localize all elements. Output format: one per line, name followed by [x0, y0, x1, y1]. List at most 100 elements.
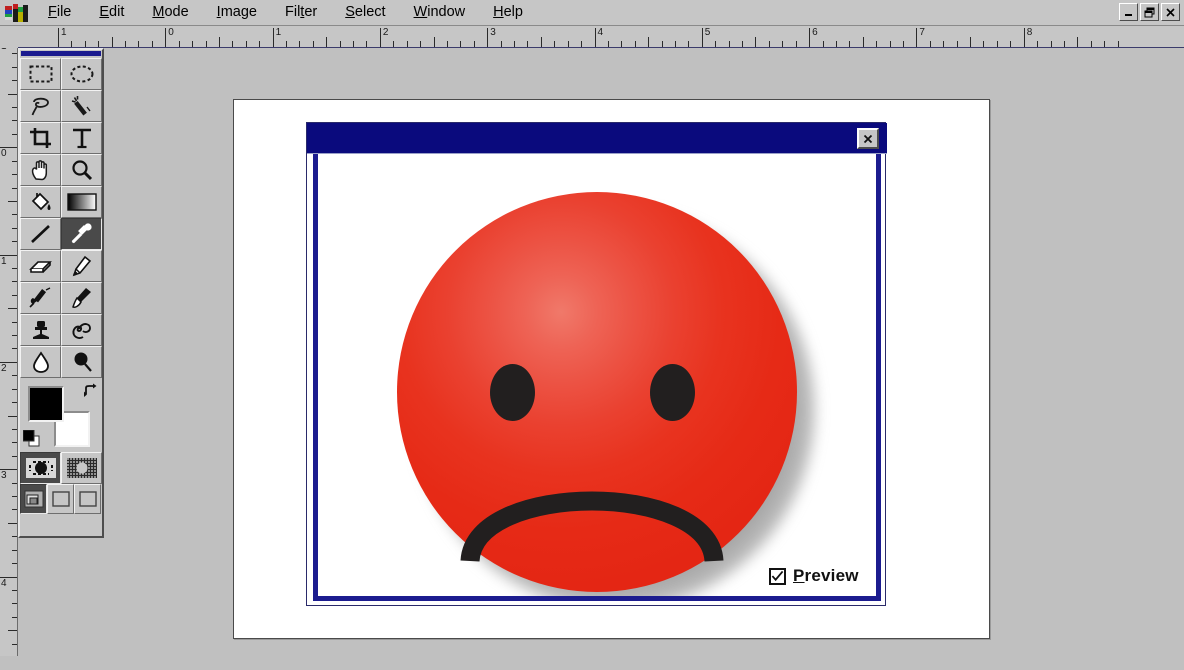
- menu-window[interactable]: Window: [401, 2, 479, 23]
- gradient-tool[interactable]: [61, 186, 102, 218]
- ruler-tick-minor: [862, 37, 864, 47]
- lasso-tool[interactable]: [20, 90, 61, 122]
- menu-image[interactable]: Image: [204, 2, 270, 23]
- dodge-burn-tool[interactable]: [61, 346, 102, 378]
- ruler-tick-minor: [607, 41, 609, 47]
- menu-mode[interactable]: Mode: [139, 2, 201, 23]
- pencil-tool[interactable]: [61, 250, 102, 282]
- ruler-tick-minor: [8, 200, 17, 202]
- ruler-tick-minor: [996, 41, 998, 47]
- eraser-tool[interactable]: [20, 250, 61, 282]
- preview-checkbox[interactable]: [769, 567, 786, 585]
- minimize-button[interactable]: [1119, 3, 1138, 21]
- menu-select[interactable]: Select: [332, 2, 398, 23]
- ruler-tick-minor: [648, 37, 650, 47]
- ruler-tick-minor: [326, 37, 328, 47]
- ruler-tick-minor: [178, 41, 180, 47]
- standard-screen-mode-button[interactable]: [20, 484, 47, 514]
- ruler-label: 0: [168, 27, 174, 38]
- photoshop-app-icon[interactable]: [3, 2, 33, 24]
- close-button[interactable]: [1161, 3, 1180, 21]
- ruler-tick-minor: [406, 41, 408, 47]
- toolbox-title-bar[interactable]: [21, 51, 101, 56]
- preview-checkbox-row[interactable]: Preview: [769, 566, 859, 586]
- ruler-tick-minor: [12, 80, 17, 82]
- zoom-tool[interactable]: [61, 154, 102, 186]
- default-colors-icon[interactable]: [22, 429, 40, 447]
- filter-preview-area[interactable]: Preview: [323, 154, 881, 596]
- ruler-tick-minor: [12, 603, 17, 605]
- magic-wand-tool[interactable]: [61, 90, 102, 122]
- ruler-label: 1: [61, 27, 67, 38]
- dialog-title-bar[interactable]: [307, 123, 887, 154]
- toolbox-tool-grid: [20, 58, 102, 378]
- full-screen-mode-button[interactable]: [74, 484, 101, 514]
- ruler-tick-minor: [12, 160, 17, 162]
- swap-colors-icon[interactable]: [83, 382, 99, 398]
- blur-tool[interactable]: [20, 346, 61, 378]
- hand-tool[interactable]: [20, 154, 61, 186]
- face-circle: [397, 192, 797, 592]
- ruler-tick-minor: [755, 37, 757, 47]
- sad-face-illustration: [397, 192, 815, 596]
- ruler-tick-minor: [12, 643, 17, 645]
- paint-bucket-tool[interactable]: [20, 186, 61, 218]
- line-tool[interactable]: [20, 218, 61, 250]
- full-screen-with-menu-button[interactable]: [47, 484, 74, 514]
- ruler-tick-minor: [12, 241, 17, 243]
- ruler-tick-major: [1023, 28, 1025, 47]
- smudge-tool[interactable]: [61, 314, 102, 346]
- menu-bar: File Edit Mode Image Filter Select Windo…: [0, 0, 1184, 26]
- ruler-tick-minor: [849, 41, 851, 47]
- ruler-tick-minor: [661, 41, 663, 47]
- ruler-tick-minor: [12, 496, 17, 498]
- rubber-stamp-tool[interactable]: [20, 314, 61, 346]
- menu-filter[interactable]: Filter: [272, 2, 330, 23]
- ruler-tick-minor: [98, 41, 100, 47]
- ruler-label: 3: [1, 470, 7, 482]
- menu-file[interactable]: File: [35, 2, 84, 23]
- ruler-label: 3: [490, 27, 496, 38]
- eyedropper-tool[interactable]: [61, 218, 102, 250]
- ruler-label: 1: [275, 27, 282, 38]
- ruler-tick-minor: [12, 509, 17, 511]
- restore-button[interactable]: [1140, 3, 1159, 21]
- paintbrush-tool[interactable]: [61, 282, 102, 314]
- airbrush-tool[interactable]: [20, 282, 61, 314]
- quick-mask-mode-button[interactable]: [61, 452, 102, 484]
- ruler-tick-minor: [446, 41, 448, 47]
- type-tool[interactable]: [61, 122, 102, 154]
- dialog-close-button[interactable]: [857, 128, 879, 149]
- screen-mode-row: [20, 484, 102, 514]
- ruler-tick-minor: [12, 388, 17, 390]
- ruler-tick-major: [594, 28, 596, 47]
- ruler-tick-minor: [12, 428, 17, 430]
- menu-edit[interactable]: Edit: [86, 2, 137, 23]
- elliptical-marquee-tool[interactable]: [61, 58, 102, 90]
- ruler-tick-minor: [12, 375, 17, 377]
- ruler-label: 2: [382, 27, 389, 38]
- ruler-tick-major: [58, 28, 59, 47]
- ruler-tick-minor: [514, 41, 516, 47]
- ruler-tick-minor: [433, 37, 435, 47]
- horizontal-ruler: 1 0 1 2 3 4 5 6 7 8: [18, 26, 1184, 48]
- ruler-origin-corner[interactable]: [0, 26, 18, 48]
- ruler-tick-minor: [12, 107, 17, 109]
- ruler-tick-minor: [500, 41, 502, 47]
- ruler-tick-minor: [71, 41, 73, 47]
- ruler-label: 4: [597, 27, 604, 38]
- ruler-tick-minor: [782, 41, 784, 47]
- ruler-tick-minor: [84, 41, 86, 47]
- standard-mode-button[interactable]: [20, 452, 61, 484]
- rectangular-marquee-tool[interactable]: [20, 58, 61, 90]
- foreground-color-swatch[interactable]: [28, 386, 64, 422]
- ruler-tick-minor: [554, 41, 556, 47]
- ruler-tick-major: [487, 28, 489, 47]
- crop-tool[interactable]: [20, 122, 61, 154]
- ruler-tick-minor: [12, 294, 17, 296]
- ruler-tick-minor: [634, 41, 636, 47]
- ruler-tick-minor: [12, 455, 17, 457]
- menu-help[interactable]: Help: [480, 2, 536, 23]
- ruler-tick-minor: [822, 41, 824, 47]
- preview-checkbox-label: Preview: [793, 566, 859, 585]
